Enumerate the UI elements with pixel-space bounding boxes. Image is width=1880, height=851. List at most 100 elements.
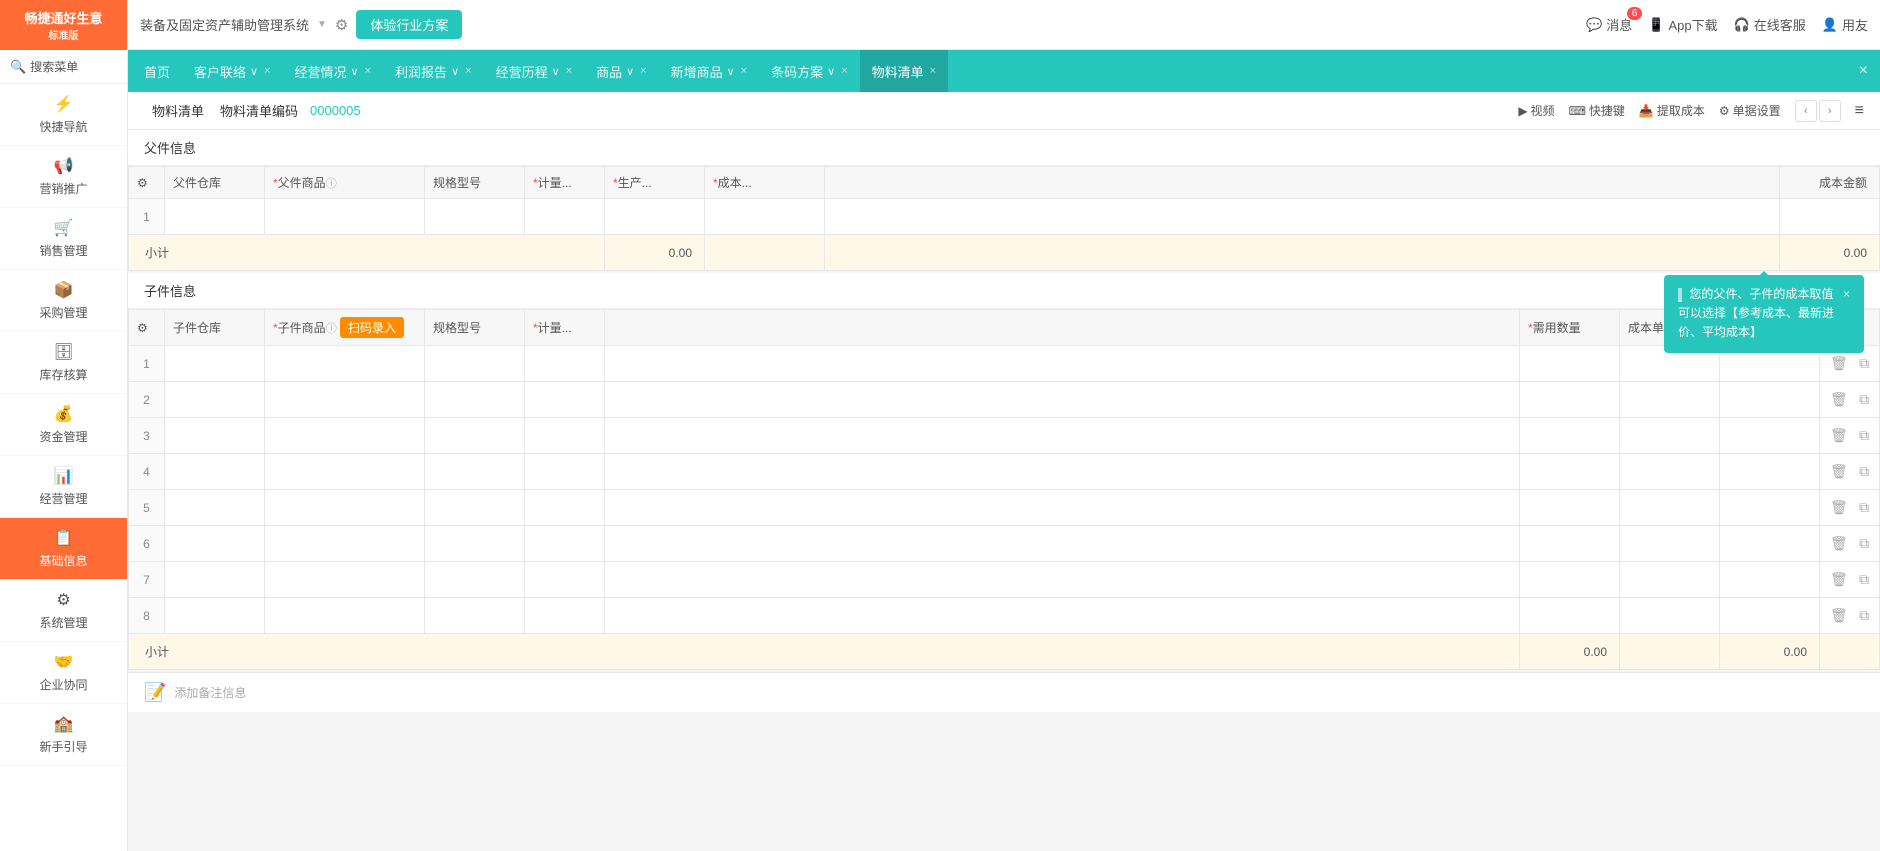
online-service-button[interactable]: 🎧 在线客服 — [1734, 15, 1806, 34]
tab-barcode-close[interactable]: × — [841, 65, 847, 77]
child-row-6-delete-icon[interactable]: 🗑 — [1826, 535, 1852, 551]
notes-icon[interactable]: 📝 — [144, 682, 166, 703]
scan-input-button[interactable]: 扫码录入 — [340, 317, 404, 338]
child-row-1-delete-icon[interactable]: 🗑 — [1826, 355, 1852, 371]
child-row-2-product[interactable] — [265, 382, 425, 418]
tab-new-goods-close[interactable]: × — [741, 65, 747, 77]
tab-operation-status[interactable]: 经营情况 ∨ × — [283, 50, 384, 92]
breadcrumb-bom-list[interactable]: 物料清单 — [144, 101, 212, 120]
tab-op-history-close[interactable]: × — [566, 65, 572, 77]
tab-goods-close[interactable]: × — [640, 65, 646, 77]
child-row-3-product[interactable] — [265, 418, 425, 454]
child-row-5-qty[interactable] — [1520, 490, 1620, 526]
child-row-4-unit[interactable] — [525, 454, 605, 490]
sidebar-item-enterprise[interactable]: 🤝 企业协同 — [0, 642, 127, 704]
tab-home[interactable]: 首页 — [132, 50, 182, 92]
shortcut-link[interactable]: ⌨ 快捷键 — [1569, 102, 1625, 119]
settings-icon[interactable]: ⚙ — [335, 16, 348, 34]
child-row-8-warehouse[interactable] — [165, 598, 265, 634]
child-row-7-warehouse[interactable] — [165, 562, 265, 598]
child-row-3-unitcost[interactable] — [1620, 418, 1720, 454]
child-row-7-copy-icon[interactable]: ⧉ — [1855, 571, 1873, 587]
system-dropdown-icon[interactable]: ▼ — [317, 19, 327, 30]
child-row-7-spec[interactable] — [425, 562, 525, 598]
grid-view-icon[interactable]: ≡ — [1855, 102, 1864, 120]
child-row-8-unit[interactable] — [525, 598, 605, 634]
tab-bom-close[interactable]: × — [930, 65, 936, 77]
tab-op-history[interactable]: 经营历程 ∨ × — [484, 50, 585, 92]
child-row-2-unit[interactable] — [525, 382, 605, 418]
sidebar-item-purchase[interactable]: 📦 采购管理 — [0, 270, 127, 332]
parent-row-1-produce[interactable] — [605, 199, 705, 235]
tab-profit-close[interactable]: × — [465, 65, 471, 77]
parent-row-1-spec[interactable] — [425, 199, 525, 235]
sidebar-item-guide[interactable]: 🏫 新手引导 — [0, 704, 127, 766]
sidebar-item-inventory[interactable]: 🗄 库存核算 — [0, 332, 127, 394]
child-row-4-delete-icon[interactable]: 🗑 — [1826, 463, 1852, 479]
child-row-2-copy-icon[interactable]: ⧉ — [1855, 391, 1873, 407]
child-row-4-product[interactable] — [265, 454, 425, 490]
tab-customer[interactable]: 客户联络 ∨ × — [182, 50, 283, 92]
app-download-button[interactable]: 📱 App下载 — [1648, 15, 1717, 34]
sidebar-item-quick-nav[interactable]: ⚡ 快捷导航 — [0, 84, 127, 146]
parent-th-settings[interactable]: ⚙ — [129, 167, 165, 199]
child-row-2-qty[interactable] — [1520, 382, 1620, 418]
child-row-5-copy-icon[interactable]: ⧉ — [1855, 499, 1873, 515]
sidebar-item-system[interactable]: ⚙ 系统管理 — [0, 580, 127, 642]
child-row-8-copy-icon[interactable]: ⧉ — [1855, 607, 1873, 623]
tab-profit-report[interactable]: 利润报告 ∨ × — [383, 50, 484, 92]
child-row-3-copy-icon[interactable]: ⧉ — [1855, 427, 1873, 443]
child-row-8-product[interactable] — [265, 598, 425, 634]
extract-cost-link[interactable]: 📥 提取成本 — [1639, 102, 1705, 119]
child-row-7-qty[interactable] — [1520, 562, 1620, 598]
child-row-7-product[interactable] — [265, 562, 425, 598]
sidebar-item-operation[interactable]: 📊 经营管理 — [0, 456, 127, 518]
child-row-5-unit[interactable] — [525, 490, 605, 526]
trial-button[interactable]: 体验行业方案 — [356, 10, 462, 39]
child-row-3-warehouse[interactable] — [165, 418, 265, 454]
child-row-3-unit[interactable] — [525, 418, 605, 454]
child-row-4-unitcost[interactable] — [1620, 454, 1720, 490]
sidebar-item-marketing[interactable]: 📢 营销推广 — [0, 146, 127, 208]
tab-op-status-close[interactable]: × — [365, 65, 371, 77]
child-row-3-spec[interactable] — [425, 418, 525, 454]
sidebar-item-basic-info[interactable]: 📋 基础信息 — [0, 518, 127, 580]
child-row-4-copy-icon[interactable]: ⧉ — [1855, 463, 1873, 479]
parent-row-1-warehouse[interactable] — [165, 199, 265, 235]
child-row-6-copy-icon[interactable]: ⧉ — [1855, 535, 1873, 551]
nav-next-button[interactable]: › — [1819, 100, 1841, 122]
child-row-6-warehouse[interactable] — [165, 526, 265, 562]
tooltip-close-button[interactable]: × — [1843, 285, 1850, 304]
single-settings-link[interactable]: ⚙ 单据设置 — [1719, 102, 1781, 119]
child-row-3-qty[interactable] — [1520, 418, 1620, 454]
child-row-7-unitcost[interactable] — [1620, 562, 1720, 598]
message-button[interactable]: 💬 消息 6 — [1586, 15, 1632, 34]
tab-new-goods[interactable]: 新增商品 ∨ × — [659, 50, 760, 92]
view-video-link[interactable]: ▶ 视频 — [1518, 102, 1554, 119]
parent-row-1-product[interactable] — [265, 199, 425, 235]
child-row-3-delete-icon[interactable]: 🗑 — [1826, 427, 1852, 443]
user-menu[interactable]: 👤 用友 — [1822, 15, 1868, 34]
child-row-1-product[interactable] — [265, 346, 425, 382]
tab-customer-close[interactable]: × — [264, 65, 270, 77]
child-row-6-qty[interactable] — [1520, 526, 1620, 562]
child-row-2-warehouse[interactable] — [165, 382, 265, 418]
child-row-5-delete-icon[interactable]: 🗑 — [1826, 499, 1852, 515]
child-row-6-spec[interactable] — [425, 526, 525, 562]
child-row-6-product[interactable] — [265, 526, 425, 562]
parent-row-1-unit[interactable] — [525, 199, 605, 235]
child-row-5-product[interactable] — [265, 490, 425, 526]
child-row-8-delete-icon[interactable]: 🗑 — [1826, 607, 1852, 623]
tab-goods[interactable]: 商品 ∨ × — [584, 50, 659, 92]
child-row-5-unitcost[interactable] — [1620, 490, 1720, 526]
child-row-7-unit[interactable] — [525, 562, 605, 598]
parent-row-1-cost[interactable] — [705, 199, 825, 235]
child-th-settings[interactable]: ⚙ — [129, 310, 165, 346]
child-row-8-spec[interactable] — [425, 598, 525, 634]
child-row-7-delete-icon[interactable]: 🗑 — [1826, 571, 1852, 587]
tab-bom[interactable]: 物料清单 × — [860, 50, 948, 92]
child-row-8-unitcost[interactable] — [1620, 598, 1720, 634]
child-row-2-spec[interactable] — [425, 382, 525, 418]
nav-prev-button[interactable]: ‹ — [1795, 100, 1817, 122]
child-row-1-spec[interactable] — [425, 346, 525, 382]
